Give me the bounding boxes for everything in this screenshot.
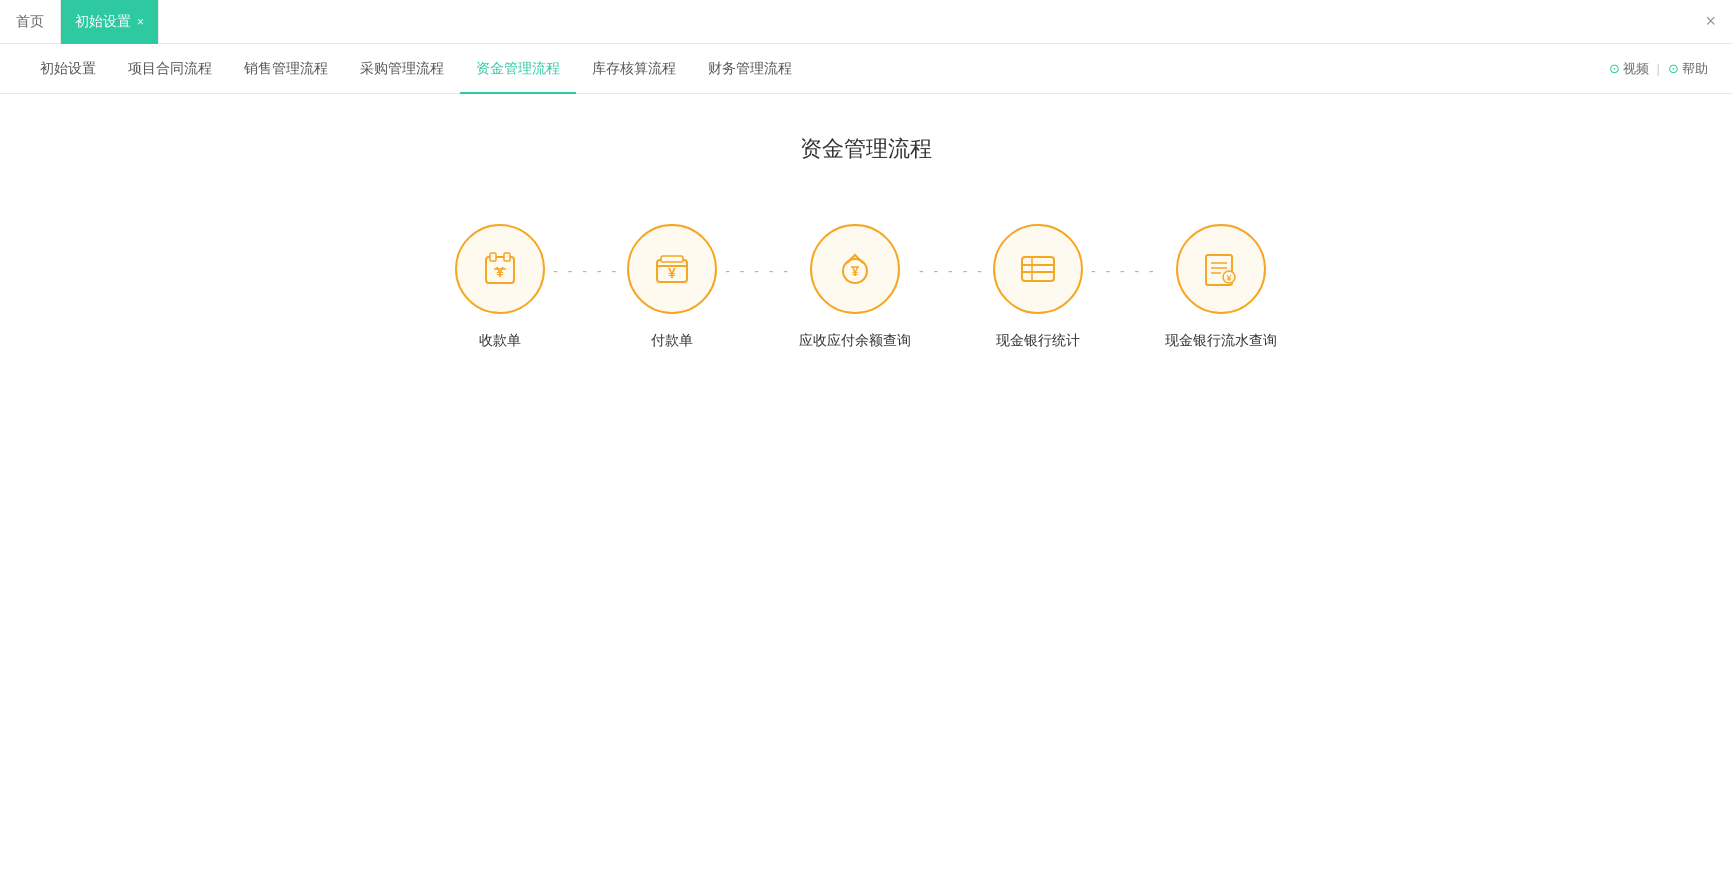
step-label-yingshouyinge: 应收应付余额查询 xyxy=(799,332,911,350)
svg-text:¥: ¥ xyxy=(496,264,504,280)
page-title: 资金管理流程 xyxy=(0,134,1732,164)
top-right-controls: × xyxy=(1689,0,1732,44)
top-bar: 首页 初始设置 × × xyxy=(0,0,1732,44)
step-circle-shoukuandan: ¥ xyxy=(455,224,545,314)
main-content: 资金管理流程 ¥ 收款单 - - - - - xyxy=(0,94,1732,885)
close-tab-icon[interactable]: × xyxy=(137,15,144,29)
nav-item-xiangmuhetong[interactable]: 项目合同流程 xyxy=(112,44,228,94)
video-button[interactable]: ⊙ 视频 xyxy=(1609,60,1649,78)
svg-rect-2 xyxy=(504,253,510,261)
connector-4: - - - - - xyxy=(1083,263,1165,279)
home-tab[interactable]: 首页 xyxy=(0,0,61,44)
step-circle-fukuandan: ¥ xyxy=(627,224,717,314)
nav-item-kucunhesuan[interactable]: 库存核算流程 xyxy=(576,44,692,94)
nav-item-chushishezhi[interactable]: 初始设置 xyxy=(24,44,112,94)
svg-rect-1 xyxy=(490,253,496,261)
nav-item-caigouguanli[interactable]: 采购管理流程 xyxy=(344,44,460,94)
svg-text:¥: ¥ xyxy=(1226,273,1231,283)
nav-right: ⊙ 视频 | ⊙ 帮助 xyxy=(1609,60,1708,78)
nav-item-caiwuguanli[interactable]: 财务管理流程 xyxy=(692,44,808,94)
connector-3: - - - - - xyxy=(911,263,993,279)
step-circle-yingshouyinge: ¥ xyxy=(810,224,900,314)
step-yingshouyinge[interactable]: ¥ 应收应付余额查询 xyxy=(799,224,911,350)
help-icon: ⊙ xyxy=(1668,61,1679,76)
connector-2: - - - - - xyxy=(717,263,799,279)
divider: | xyxy=(1657,61,1660,76)
step-label-shoukuandan: 收款单 xyxy=(479,332,521,350)
step-label-fukuandan: 付款单 xyxy=(651,332,693,350)
nav-item-xiaoshouguanli[interactable]: 销售管理流程 xyxy=(228,44,344,94)
active-tab[interactable]: 初始设置 × xyxy=(61,0,159,44)
step-label-xianjinyinhang: 现金银行统计 xyxy=(996,332,1080,350)
step-shoukuandan[interactable]: ¥ 收款单 xyxy=(455,224,545,350)
nav-bar: 初始设置 项目合同流程 销售管理流程 采购管理流程 资金管理流程 库存核算流程 … xyxy=(0,44,1732,94)
svg-rect-9 xyxy=(1022,257,1054,281)
step-xianjinyinhang[interactable]: 现金银行统计 xyxy=(993,224,1083,350)
close-window-icon[interactable]: × xyxy=(1705,11,1716,32)
help-button[interactable]: ⊙ 帮助 xyxy=(1668,60,1708,78)
active-tab-label: 初始设置 xyxy=(75,13,131,31)
connector-1: - - - - - xyxy=(545,263,627,279)
video-icon: ⊙ xyxy=(1609,61,1620,76)
flow-container: ¥ 收款单 - - - - - ¥ 付款单 - - xyxy=(0,224,1732,350)
step-liushui[interactable]: ¥ 现金银行流水查询 xyxy=(1165,224,1277,350)
step-fukuandan[interactable]: ¥ 付款单 xyxy=(627,224,717,350)
svg-text:¥: ¥ xyxy=(668,265,676,281)
nav-item-zijinguanli[interactable]: 资金管理流程 xyxy=(460,44,576,94)
svg-rect-5 xyxy=(661,256,683,262)
step-circle-xianjinyinhang xyxy=(993,224,1083,314)
step-circle-liushui: ¥ xyxy=(1176,224,1266,314)
step-label-liushui: 现金银行流水查询 xyxy=(1165,332,1277,350)
